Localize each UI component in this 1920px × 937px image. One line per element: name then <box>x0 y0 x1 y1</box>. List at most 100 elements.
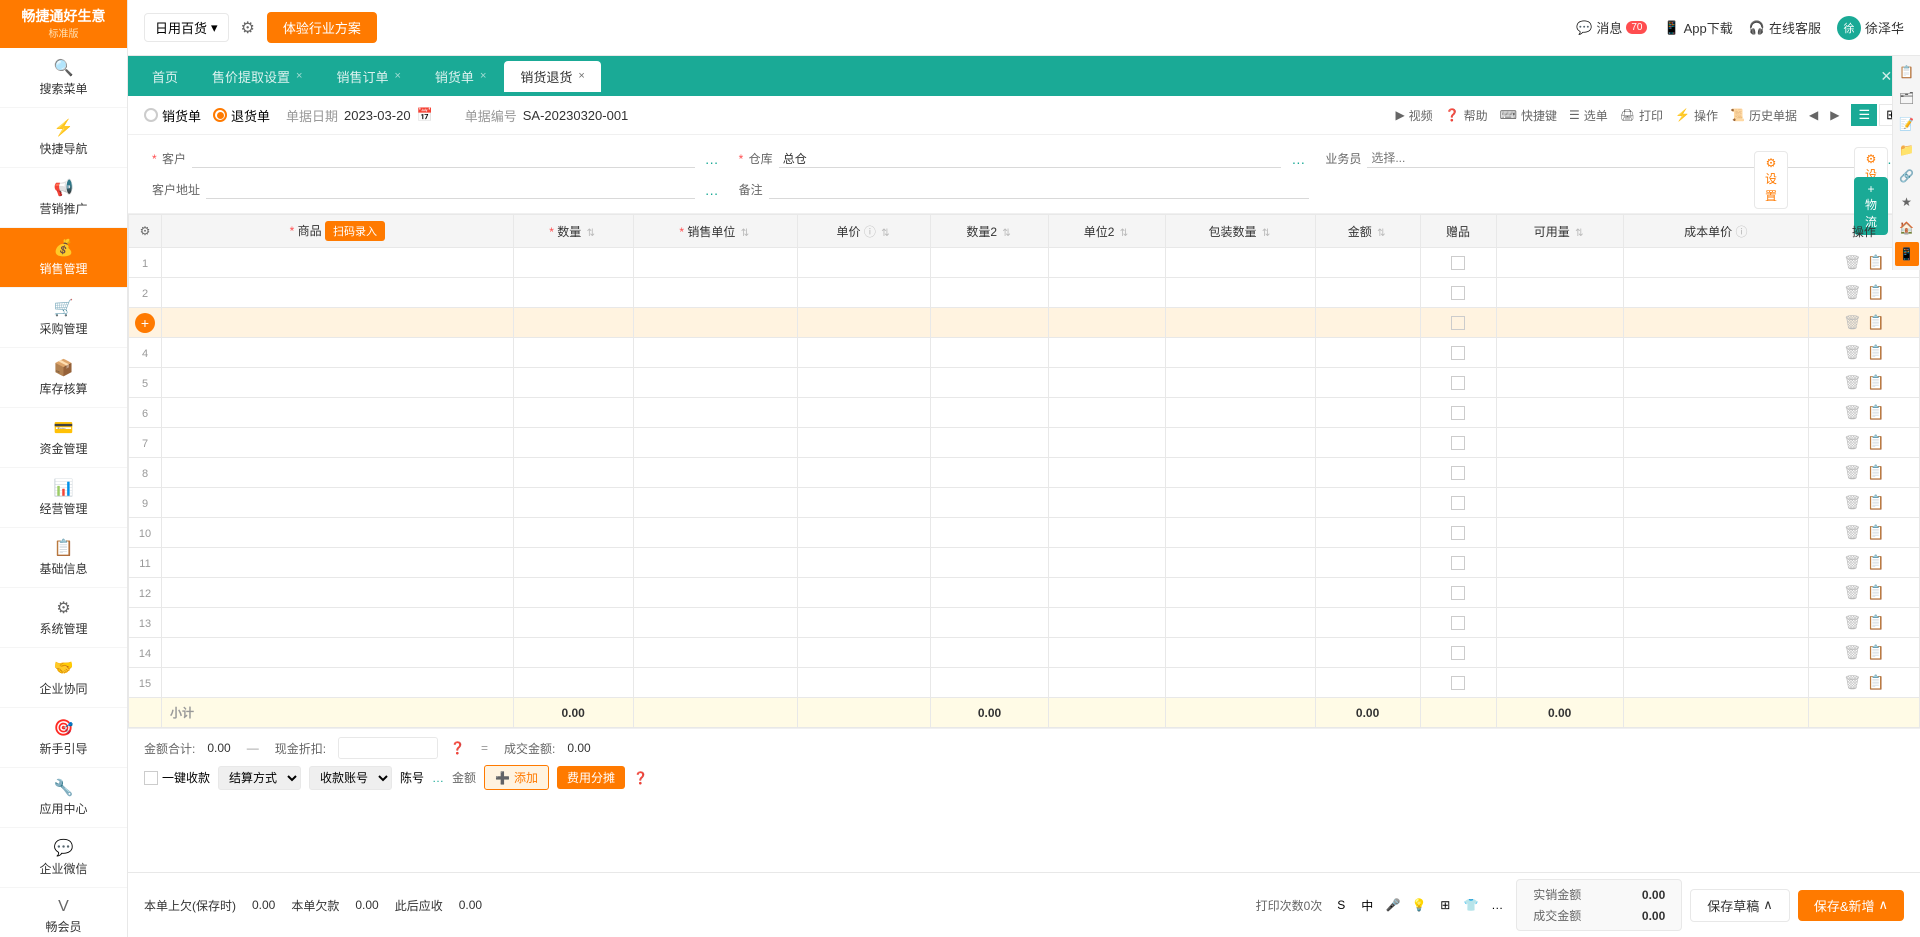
copy-icon-1[interactable]: 📋 <box>1867 254 1884 271</box>
row-cost-cell[interactable] <box>1623 428 1808 458</box>
row-goods-cell[interactable] <box>162 428 514 458</box>
row-qty-cell[interactable] <box>513 428 633 458</box>
copy-icon-3[interactable]: 📋 <box>1867 314 1884 331</box>
gift-cb-2[interactable] <box>1451 286 1465 300</box>
gift-cb-15[interactable] <box>1451 676 1465 690</box>
row-goods-cell[interactable] <box>162 458 514 488</box>
tab-0[interactable]: 首页 <box>136 61 194 92</box>
delete-icon-5[interactable]: 🗑 <box>1843 374 1861 391</box>
row-pkg-cell[interactable] <box>1166 488 1315 518</box>
row-qty-cell[interactable] <box>513 278 633 308</box>
row-qty2-cell[interactable] <box>931 398 1048 428</box>
copy-icon-15[interactable]: 📋 <box>1867 674 1884 691</box>
row-available-cell[interactable] <box>1496 278 1623 308</box>
row-unit2-cell[interactable] <box>1048 488 1165 518</box>
tab-4[interactable]: 销货退货× <box>504 61 600 92</box>
print-action[interactable]: 🖨 打印 <box>1620 107 1663 124</box>
row-gift-cell[interactable] <box>1420 338 1496 368</box>
delete-icon-6[interactable]: 🗑 <box>1843 404 1861 421</box>
tab-1[interactable]: 售价提取设置× <box>196 61 318 92</box>
rp-btn-3[interactable]: 📝 <box>1895 112 1919 136</box>
row-pkg-cell[interactable] <box>1166 308 1315 338</box>
row-qty-cell[interactable] <box>513 608 633 638</box>
row-unit2-cell[interactable] <box>1048 308 1165 338</box>
row-qty-cell[interactable] <box>513 248 633 278</box>
gift-cb-9[interactable] <box>1451 496 1465 510</box>
rp-btn-7[interactable]: 🏠 <box>1895 216 1919 240</box>
delete-icon-15[interactable]: 🗑 <box>1843 674 1861 691</box>
sidebar-item-4[interactable]: 🛒 采购管理 <box>0 288 127 348</box>
history-action[interactable]: 📜 历史单据 <box>1730 107 1797 124</box>
delete-icon-9[interactable]: 🗑 <box>1843 494 1861 511</box>
row-gift-cell[interactable] <box>1420 638 1496 668</box>
row-price-cell[interactable] <box>797 488 930 518</box>
rp-btn-6[interactable]: ★ <box>1895 190 1919 214</box>
discount-input[interactable] <box>338 737 438 759</box>
operate-action[interactable]: ⚡ 操作 <box>1675 107 1718 124</box>
row-unit-cell[interactable] <box>633 458 797 488</box>
row-goods-cell[interactable] <box>162 398 514 428</box>
row-available-cell[interactable] <box>1496 548 1623 578</box>
row-pkg-cell[interactable] <box>1166 608 1315 638</box>
row-cost-cell[interactable] <box>1623 398 1808 428</box>
delete-icon-2[interactable]: 🗑 <box>1843 284 1861 301</box>
row-qty-cell[interactable] <box>513 518 633 548</box>
delete-icon-3[interactable]: 🗑 <box>1843 314 1861 331</box>
row-price-cell[interactable] <box>797 668 930 698</box>
row-cost-cell[interactable] <box>1623 488 1808 518</box>
toolbar-icon-5[interactable]: ⊞ <box>1434 894 1456 916</box>
goods-input[interactable] <box>168 315 507 330</box>
row-qty-cell[interactable] <box>513 668 633 698</box>
row-qty-cell[interactable] <box>513 368 633 398</box>
user-item[interactable]: 徐 徐泽华 <box>1837 16 1904 40</box>
row-price-cell[interactable] <box>797 368 930 398</box>
toolbar-icon-2[interactable]: 中 <box>1356 894 1378 916</box>
gift-cb-14[interactable] <box>1451 646 1465 660</box>
sidebar-item-11[interactable]: 🎯 新手引导 <box>0 708 127 768</box>
row-qty-cell[interactable] <box>513 458 633 488</box>
row-amount-cell[interactable] <box>1315 488 1420 518</box>
row-gift-cell[interactable] <box>1420 518 1496 548</box>
row-cost-cell[interactable] <box>1623 578 1808 608</box>
unit2-sort-icon[interactable]: ⇅ <box>1120 228 1128 239</box>
row-unit2-cell[interactable] <box>1048 518 1165 548</box>
row-cost-cell[interactable] <box>1623 668 1808 698</box>
row-unit2-cell[interactable] <box>1048 458 1165 488</box>
row-amount-cell[interactable] <box>1315 428 1420 458</box>
row-available-cell[interactable] <box>1496 458 1623 488</box>
row-cost-cell[interactable] <box>1623 368 1808 398</box>
row-gift-cell[interactable] <box>1420 428 1496 458</box>
row-unit2-cell[interactable] <box>1048 668 1165 698</box>
row-available-cell[interactable] <box>1496 668 1623 698</box>
copy-icon-7[interactable]: 📋 <box>1867 434 1884 451</box>
row-pkg-cell[interactable] <box>1166 548 1315 578</box>
one-click-checkbox[interactable]: 一键收款 <box>144 769 210 786</box>
copy-icon-13[interactable]: 📋 <box>1867 614 1884 631</box>
row-pkg-cell[interactable] <box>1166 368 1315 398</box>
warehouse-dots-icon[interactable]: … <box>1287 151 1309 167</box>
row-available-cell[interactable] <box>1496 308 1623 338</box>
row-goods-cell[interactable] <box>162 548 514 578</box>
row-price-cell[interactable] <box>797 428 930 458</box>
row-price-cell[interactable] <box>797 548 930 578</box>
row-goods-cell[interactable] <box>162 488 514 518</box>
save-draft-btn[interactable]: 保存草稿 ∧ <box>1690 889 1790 922</box>
sidebar-item-14[interactable]: V 畅会员 <box>0 888 127 937</box>
row-cost-cell[interactable] <box>1623 278 1808 308</box>
row-cost-cell[interactable] <box>1623 518 1808 548</box>
row-amount-cell[interactable] <box>1315 518 1420 548</box>
gift-cb-7[interactable] <box>1451 436 1465 450</box>
row-gift-cell[interactable] <box>1420 578 1496 608</box>
row-unit-cell[interactable] <box>633 578 797 608</box>
row-gift-cell[interactable] <box>1420 368 1496 398</box>
row-goods-cell[interactable] <box>162 518 514 548</box>
row-unit-cell[interactable] <box>633 638 797 668</box>
gift-cb-5[interactable] <box>1451 376 1465 390</box>
row-gift-cell[interactable] <box>1420 548 1496 578</box>
amount-sort-icon[interactable]: ⇅ <box>1377 228 1385 239</box>
row-available-cell[interactable] <box>1496 638 1623 668</box>
row-amount-cell[interactable] <box>1315 308 1420 338</box>
row-goods-cell[interactable] <box>162 608 514 638</box>
row-gift-cell[interactable] <box>1420 488 1496 518</box>
sidebar-item-2[interactable]: 📢 营销推广 <box>0 168 127 228</box>
